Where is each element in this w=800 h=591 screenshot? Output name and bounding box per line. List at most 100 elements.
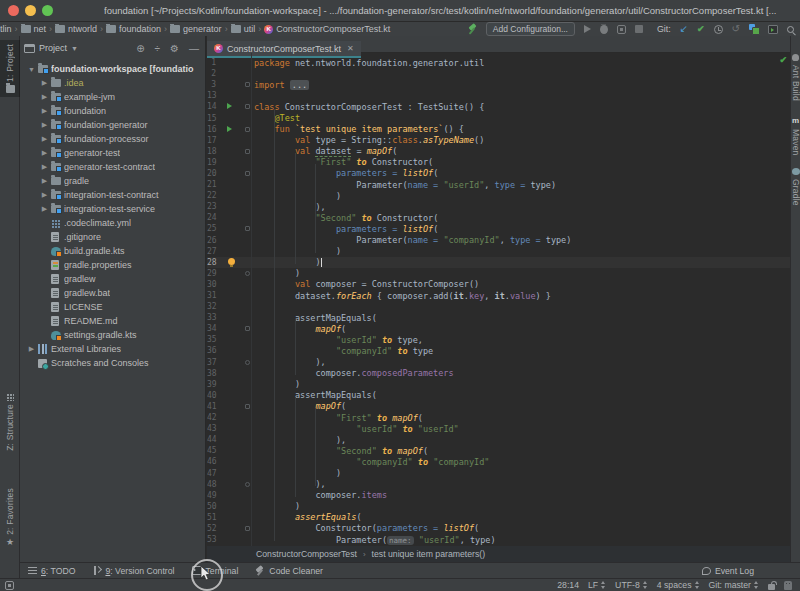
tree-item-example-jvm[interactable]: ▶example-jvm: [20, 90, 205, 104]
fold-marker-icon[interactable]: [245, 127, 250, 132]
code-line-39[interactable]: 39 ): [207, 379, 790, 390]
tree-item-external-libraries[interactable]: ▶External Libraries: [20, 342, 205, 356]
tree-item-generator-test-contract[interactable]: ▶generator-test-contract: [20, 160, 205, 174]
code-line-14[interactable]: 14class ConstructorComposerTest : TestSu…: [207, 101, 790, 112]
fold-marker-icon[interactable]: [245, 104, 250, 109]
breadcrumb-item[interactable]: generator: [170, 24, 222, 34]
tree-item-foundation-generator[interactable]: ▶foundation-generator: [20, 118, 205, 132]
tree-item-license[interactable]: LICENSE: [20, 300, 205, 314]
stripe-button-gradle[interactable]: Gradle: [791, 179, 800, 206]
code-line-15[interactable]: 15 @Test: [207, 112, 790, 123]
caret-position[interactable]: 28:14: [557, 580, 579, 590]
line-separator-selector[interactable]: LF: [588, 580, 606, 590]
run-test-icon[interactable]: [227, 103, 232, 109]
collapse-all-icon[interactable]: ÷: [155, 43, 161, 54]
chevron-right-icon[interactable]: ▶: [38, 205, 51, 213]
tree-item-foundation-processor[interactable]: ▶foundation-processor: [20, 132, 205, 146]
code-line-50[interactable]: 50 ): [207, 501, 790, 512]
code-line-30[interactable]: 30 val composer = ConstructorComposer(): [207, 279, 790, 290]
tool-window-switcher-icon[interactable]: [5, 581, 14, 590]
chevron-right-icon[interactable]: ▶: [38, 79, 51, 87]
hide-panel-icon[interactable]: —: [189, 43, 199, 54]
tree-item-scratches-and-consoles[interactable]: Scratches and Consoles: [20, 356, 205, 370]
tool-window-button-code-cleaner[interactable]: Code Cleaner: [255, 566, 323, 576]
code-line-53[interactable]: 53 Parameter(name: "userId", type): [207, 534, 790, 545]
code-line-3[interactable]: 3import ...: [207, 79, 790, 90]
stripe-button-structure[interactable]: Z: Structure: [0, 389, 20, 455]
breadcrumb-item[interactable]: foundation: [106, 24, 161, 34]
debug-icon[interactable]: [600, 25, 608, 34]
code-line-29[interactable]: 29 ): [207, 268, 790, 279]
fold-marker-icon[interactable]: [245, 82, 250, 87]
chevron-right-icon[interactable]: ▶: [38, 107, 51, 115]
chevron-down-icon[interactable]: ▼: [71, 45, 78, 52]
breadcrumb-item[interactable]: util: [231, 24, 256, 34]
tool-window-button-6-todo[interactable]: 6: TODO: [28, 566, 75, 576]
encoding-selector[interactable]: UTF-8: [615, 580, 648, 590]
code-line-13[interactable]: 13: [207, 90, 790, 101]
intention-bulb-icon[interactable]: [228, 258, 235, 265]
fold-marker-icon[interactable]: [245, 404, 250, 409]
lock-icon[interactable]: [768, 584, 775, 590]
tree-item-gradle[interactable]: ▶gradle: [20, 174, 205, 188]
stripe-button-project[interactable]: 1: Project: [0, 40, 20, 97]
tree-item-gradlew[interactable]: gradlew: [20, 272, 205, 286]
close-tab-icon[interactable]: ✕: [347, 44, 354, 53]
fold-marker-icon[interactable]: [245, 149, 250, 154]
fold-marker-icon[interactable]: [245, 226, 250, 231]
fold-marker-icon[interactable]: [245, 326, 250, 331]
stop-icon[interactable]: [635, 25, 643, 33]
editor-breadcrumb-item[interactable]: ConstructorComposerTest: [256, 549, 357, 559]
chevron-right-icon[interactable]: ▶: [38, 135, 51, 143]
chevron-right-icon[interactable]: ▶: [38, 149, 51, 157]
build-icon[interactable]: [467, 24, 478, 35]
code-line-32[interactable]: 32: [207, 301, 790, 312]
structure-popup-icon[interactable]: [749, 24, 759, 34]
rollback-icon[interactable]: ↺: [732, 24, 740, 34]
tree-item-integration-test-contract[interactable]: ▶integration-test-contract: [20, 188, 205, 202]
add-configuration-button[interactable]: Add Configuration...: [486, 22, 575, 36]
code-line-2[interactable]: 2: [207, 68, 790, 79]
console-icon[interactable]: [768, 25, 778, 34]
breadcrumb-item[interactable]: KConstructorComposerTest.kt: [264, 24, 390, 34]
tree-item-generator-test[interactable]: ▶generator-test: [20, 146, 205, 160]
close-window-button[interactable]: [8, 5, 19, 16]
breadcrumb-item[interactable]: tlin: [0, 24, 12, 34]
coverage-icon[interactable]: [617, 25, 626, 34]
locate-file-icon[interactable]: ⊕: [136, 43, 144, 54]
tree-item-gitignore[interactable]: .gitignore: [20, 230, 205, 244]
breadcrumb-item[interactable]: ntworld: [55, 24, 97, 34]
fold-marker-icon[interactable]: [245, 526, 250, 531]
history-icon[interactable]: [714, 25, 723, 34]
stripe-button-maven[interactable]: Maven: [791, 129, 800, 156]
maximize-window-button[interactable]: [42, 5, 53, 16]
update-project-icon[interactable]: ↙: [680, 24, 688, 34]
chevron-right-icon[interactable]: ▶: [38, 163, 51, 171]
fold-end-marker-icon[interactable]: [245, 360, 250, 365]
code-line-16[interactable]: 16 fun `test unique item parameters`() {: [207, 124, 790, 135]
code-line-17[interactable]: 17 val type = String::class.asTypeName(): [207, 135, 790, 146]
tree-item-idea[interactable]: ▶.idea: [20, 76, 205, 90]
search-everywhere-icon[interactable]: [787, 26, 794, 33]
tree-item-build-gradle-kts[interactable]: build.gradle.kts: [20, 244, 205, 258]
tree-item-integration-test-service[interactable]: ▶integration-test-service: [20, 202, 205, 216]
chevron-right-icon[interactable]: ▶: [38, 177, 51, 185]
run-icon[interactable]: [584, 25, 591, 33]
minimize-window-button[interactable]: [25, 5, 36, 16]
chevron-right-icon[interactable]: ▶: [38, 121, 51, 129]
tree-item-codeclimate-yml[interactable]: .codeclimate.yml: [20, 216, 205, 230]
gear-icon[interactable]: ⚙: [170, 43, 179, 54]
editor-breadcrumb-item[interactable]: test unique item parameters(): [372, 549, 485, 559]
stripe-button-ant-build[interactable]: Ant Build: [791, 65, 800, 101]
tree-item-gradlew-bat[interactable]: gradlew.bat: [20, 286, 205, 300]
tool-window-button-9-version-control[interactable]: 9: Version Control: [92, 566, 174, 576]
tree-item-readme-md[interactable]: README.md: [20, 314, 205, 328]
code-line-51[interactable]: 51 assertEquals(: [207, 512, 790, 523]
tree-item-settings-gradle-kts[interactable]: settings.gradle.kts: [20, 328, 205, 342]
code-area[interactable]: 1package net.ntworld.foundation.generato…: [207, 53, 790, 546]
tree-item-gradle-properties[interactable]: gradle.properties: [20, 258, 205, 272]
event-log-button[interactable]: Event Log: [702, 566, 754, 576]
tree-item-foundation[interactable]: ▶foundation: [20, 104, 205, 118]
fold-end-marker-icon[interactable]: [245, 482, 250, 487]
tree-item-foundation-workspace-foundatio[interactable]: ▼foundation-workspace [foundatio: [20, 62, 205, 76]
